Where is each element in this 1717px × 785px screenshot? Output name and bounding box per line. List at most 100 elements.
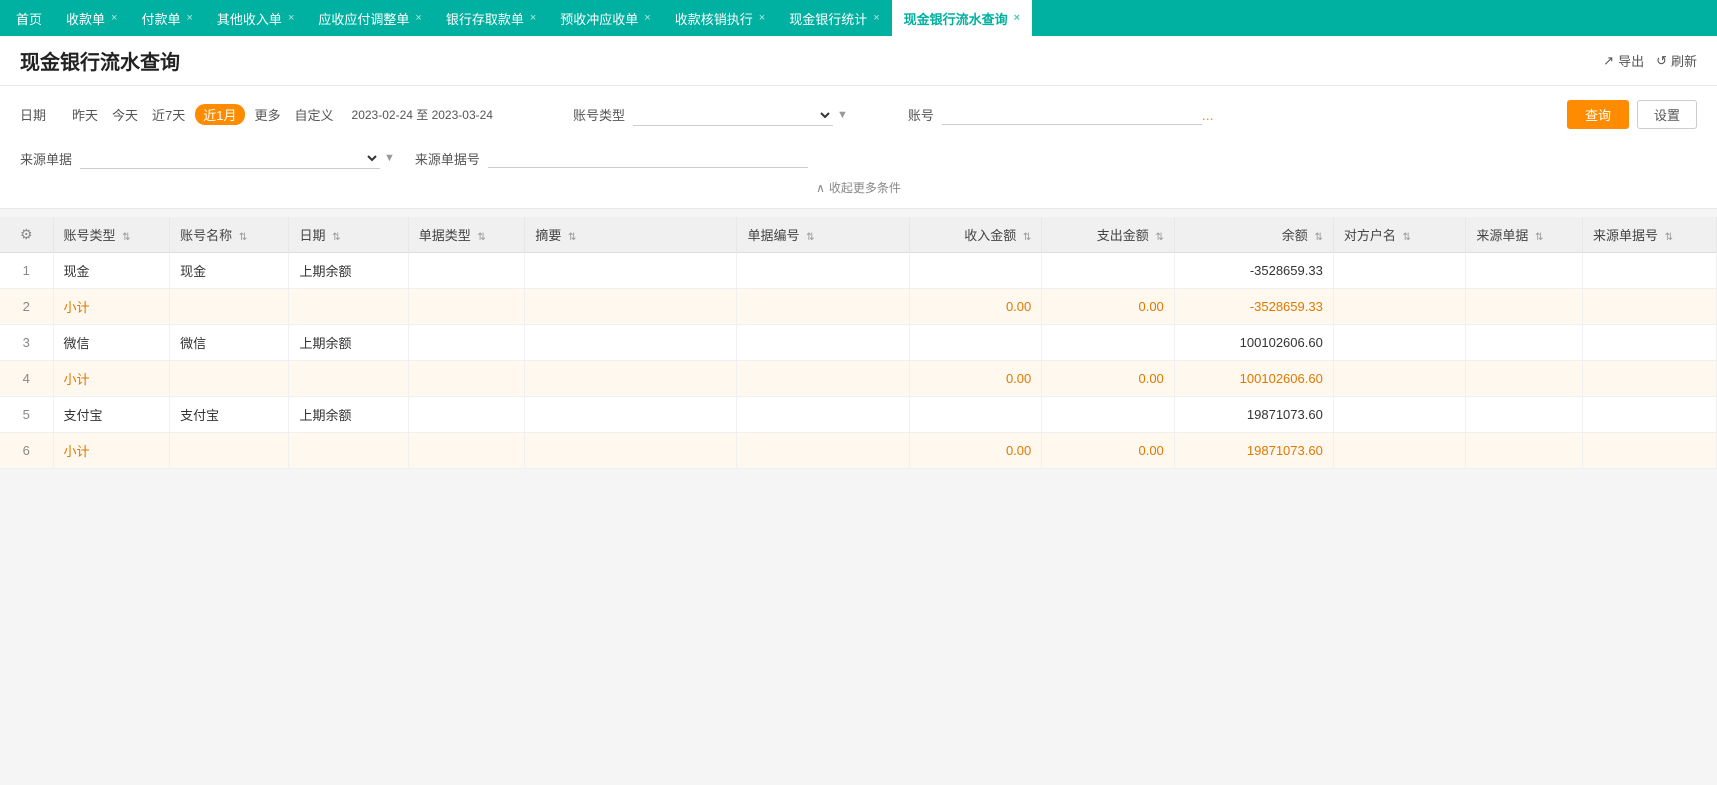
collapse-bar[interactable]: ∧ 收起更多条件	[20, 175, 1697, 198]
close-icon[interactable]: ×	[186, 12, 192, 24]
custom-btn[interactable]: 自定义	[291, 104, 338, 125]
setting-button[interactable]: 设置	[1637, 100, 1697, 129]
nav-tab-4[interactable]: 银行存取款单×	[434, 0, 548, 36]
account-more-icon[interactable]: ...	[1202, 107, 1214, 123]
col-account-name[interactable]: 账号名称 ⇅	[170, 217, 289, 253]
close-icon[interactable]: ×	[415, 12, 421, 24]
close-icon[interactable]: ×	[111, 12, 117, 24]
nav-tab-2[interactable]: 其他收入单×	[205, 0, 306, 36]
table-cell: 100102606.60	[1174, 361, 1333, 397]
page-title: 现金银行流水查询	[20, 46, 180, 75]
source-voucher-select[interactable]	[80, 147, 380, 169]
table-cell: 小计	[53, 433, 170, 469]
table-cell: 上期余额	[289, 325, 408, 361]
table-cell: 0.00	[909, 361, 1042, 397]
gear-icon: ⚙	[20, 226, 33, 242]
yesterday-btn[interactable]: 昨天	[68, 104, 102, 125]
table-cell	[408, 361, 525, 397]
today-btn[interactable]: 今天	[108, 104, 142, 125]
table-cell: -3528659.33	[1174, 253, 1333, 289]
table-cell	[909, 397, 1042, 433]
nav-home[interactable]: 首页	[4, 0, 54, 36]
table-row: 3微信微信上期余额100102606.60	[0, 325, 1717, 361]
source-voucher-no-field: 来源单据号	[415, 148, 808, 168]
nav-tab-1[interactable]: 付款单×	[129, 0, 204, 36]
col-date[interactable]: 日期 ⇅	[289, 217, 408, 253]
filter-actions: 查询 设置	[1567, 100, 1697, 129]
close-icon[interactable]: ×	[288, 12, 294, 24]
table-header-row: ⚙ 账号类型 ⇅ 账号名称 ⇅ 日期 ⇅ 单据类型 ⇅ 摘	[0, 217, 1717, 253]
close-icon[interactable]: ×	[759, 12, 765, 24]
table-cell	[525, 397, 737, 433]
nav-tab-3[interactable]: 应收应付调整单×	[306, 0, 433, 36]
export-button[interactable]: ↗ 导出	[1603, 51, 1644, 70]
col-voucher-no[interactable]: 单据编号 ⇅	[737, 217, 909, 253]
col-settings[interactable]: ⚙	[0, 217, 53, 253]
table-cell: 100102606.60	[1174, 325, 1333, 361]
col-expense[interactable]: 支出金额 ⇅	[1042, 217, 1175, 253]
table-cell	[1466, 433, 1583, 469]
col-counterpart[interactable]: 对方户名 ⇅	[1333, 217, 1466, 253]
table-cell	[737, 397, 909, 433]
close-icon[interactable]: ×	[873, 12, 879, 24]
refresh-button[interactable]: ↺ 刷新	[1656, 51, 1697, 70]
table-cell: 小计	[53, 361, 170, 397]
table-cell	[408, 397, 525, 433]
table-cell	[1583, 433, 1717, 469]
table-cell: 现金	[170, 253, 289, 289]
source-row: 来源单据 ▼ 来源单据号	[20, 147, 1697, 169]
nav-tab-8[interactable]: 现金银行流水查询×	[892, 0, 1032, 36]
data-table: ⚙ 账号类型 ⇅ 账号名称 ⇅ 日期 ⇅ 单据类型 ⇅ 摘	[0, 217, 1717, 469]
col-balance[interactable]: 余额 ⇅	[1174, 217, 1333, 253]
table-cell: 3	[0, 325, 53, 361]
col-summary[interactable]: 摘要 ⇅	[525, 217, 737, 253]
table-cell: 支付宝	[53, 397, 170, 433]
table-cell: 小计	[53, 289, 170, 325]
col-voucher-type[interactable]: 单据类型 ⇅	[408, 217, 525, 253]
table-cell	[909, 325, 1042, 361]
table-cell: 1	[0, 253, 53, 289]
table-cell	[408, 433, 525, 469]
table-cell	[1583, 397, 1717, 433]
col-income[interactable]: 收入金额 ⇅	[909, 217, 1042, 253]
col-account-type[interactable]: 账号类型 ⇅	[53, 217, 170, 253]
col-src-voucher-no[interactable]: 来源单据号 ⇅	[1583, 217, 1717, 253]
date-label: 日期	[20, 105, 60, 124]
date-shortcuts: 昨天 今天 近7天 近1月 更多 自定义	[68, 104, 338, 125]
refresh-icon: ↺	[1656, 53, 1667, 69]
top-nav: 首页 收款单×付款单×其他收入单×应收应付调整单×银行存取款单×预收冲应收单×收…	[0, 0, 1717, 36]
source-voucher-label: 来源单据	[20, 149, 72, 168]
table-row: 4小计0.000.00100102606.60	[0, 361, 1717, 397]
table-cell	[1333, 397, 1466, 433]
col-src-voucher[interactable]: 来源单据 ⇅	[1466, 217, 1583, 253]
more-btn[interactable]: 更多	[251, 104, 285, 125]
table-cell	[289, 289, 408, 325]
close-icon[interactable]: ×	[530, 12, 536, 24]
table-cell	[1466, 397, 1583, 433]
account-type-select[interactable]	[633, 104, 833, 126]
source-voucher-no-label: 来源单据号	[415, 149, 480, 168]
source-voucher-no-input[interactable]	[488, 148, 808, 168]
header-actions: ↗ 导出 ↺ 刷新	[1603, 51, 1697, 70]
table-cell	[408, 253, 525, 289]
sort-icon-summary: ⇅	[568, 232, 576, 243]
table-cell	[1042, 325, 1175, 361]
table-cell	[1333, 325, 1466, 361]
nav-tab-6[interactable]: 收款核销执行×	[663, 0, 777, 36]
nav-tab-7[interactable]: 现金银行统计×	[777, 0, 891, 36]
table-cell	[1583, 325, 1717, 361]
table-cell	[289, 361, 408, 397]
close-icon[interactable]: ×	[644, 12, 650, 24]
nav-tab-5[interactable]: 预收冲应收单×	[548, 0, 662, 36]
source-voucher-field: 来源单据 ▼	[20, 147, 395, 169]
close-icon[interactable]: ×	[1014, 12, 1020, 24]
table-cell	[1333, 289, 1466, 325]
recent7-btn[interactable]: 近7天	[148, 104, 189, 125]
table-cell: 4	[0, 361, 53, 397]
account-input[interactable]	[942, 105, 1202, 125]
recent1m-btn[interactable]: 近1月	[195, 104, 244, 125]
query-button[interactable]: 查询	[1567, 100, 1629, 129]
sort-icon-income: ⇅	[1023, 232, 1031, 243]
nav-tab-0[interactable]: 收款单×	[54, 0, 129, 36]
table-cell	[737, 361, 909, 397]
